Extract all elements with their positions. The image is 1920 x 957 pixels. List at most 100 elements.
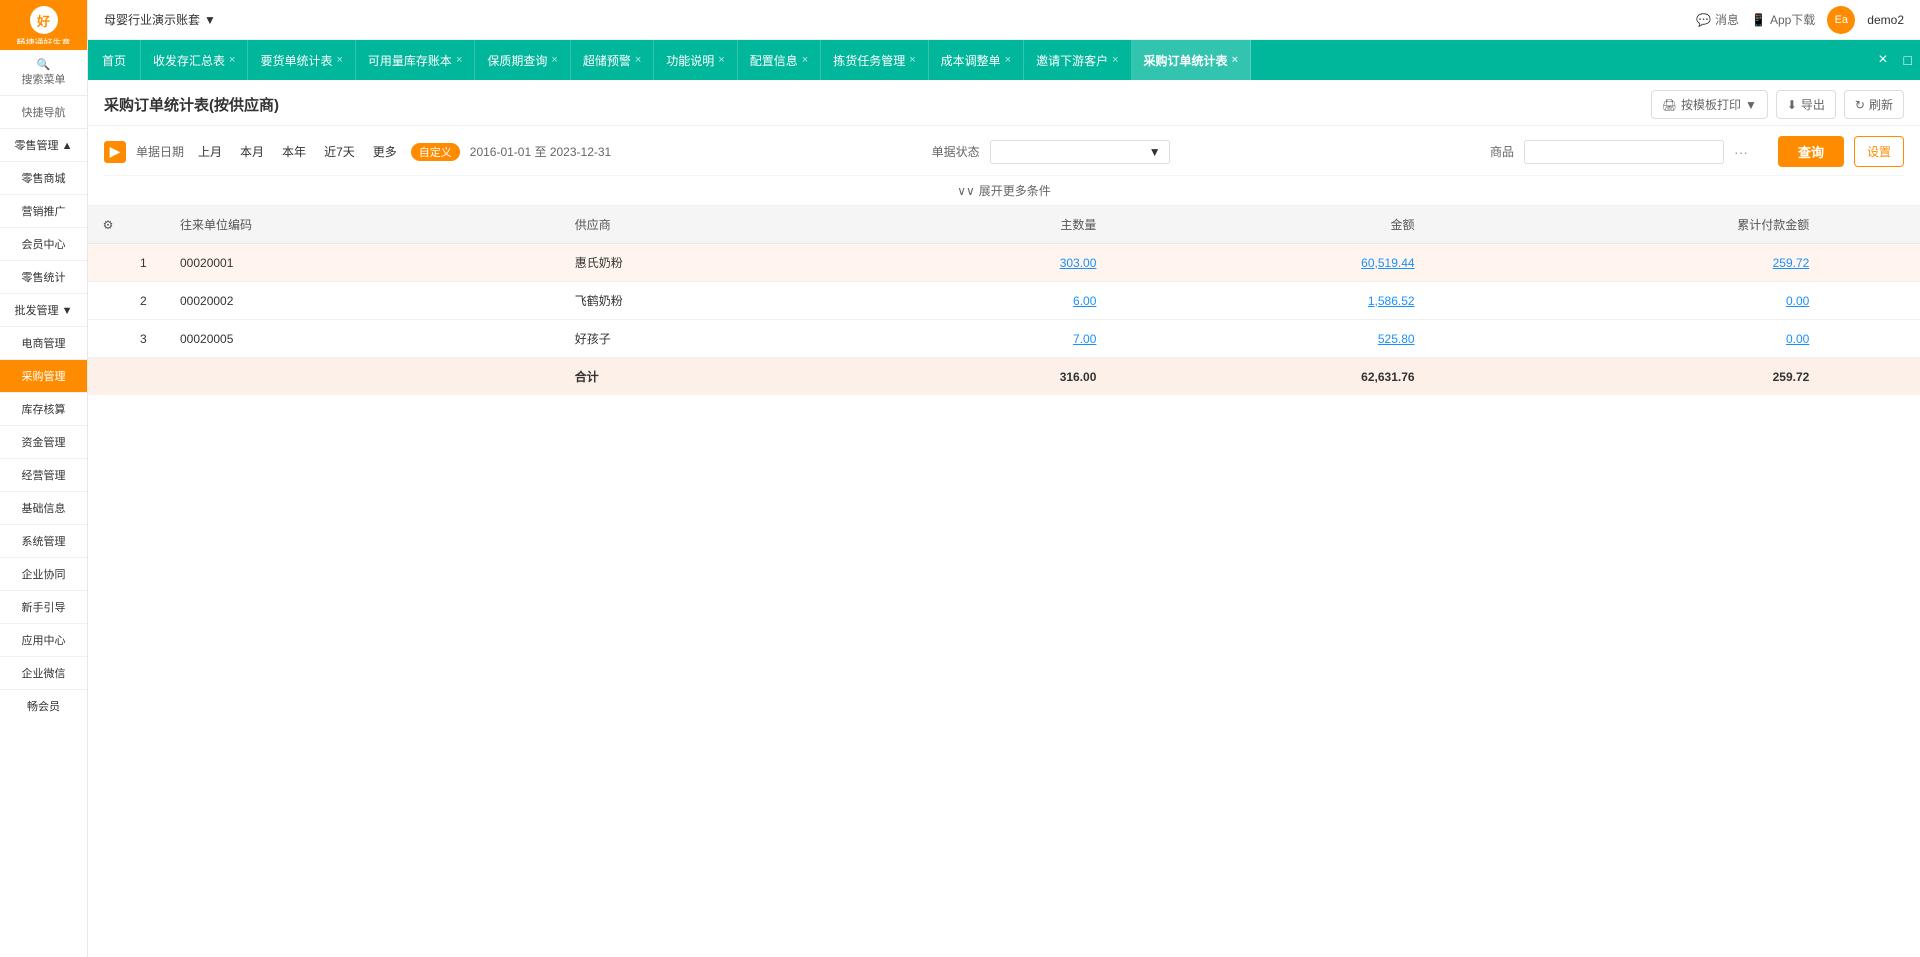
col-paid-header: 累计付款金额 (1427, 206, 1822, 244)
tab-close-icon[interactable]: × (1232, 54, 1238, 66)
tab-close-icon[interactable]: × (1005, 54, 1011, 66)
status-select[interactable]: ▼ (990, 140, 1170, 164)
tab-goods-stats[interactable]: 要货单统计表 × (248, 40, 355, 80)
tab-close-icon[interactable]: × (1112, 54, 1118, 66)
store-selector[interactable]: 母婴行业演示账套 ▼ (104, 11, 216, 28)
sidebar-search[interactable]: 🔍 搜索菜单 (0, 50, 87, 96)
row-qty[interactable]: 303.00 (859, 244, 1109, 282)
app-download-btn[interactable]: 📱 App下载 (1751, 11, 1815, 28)
goods-input[interactable] (1524, 140, 1724, 164)
row-supplier: 惠氏奶粉 (563, 244, 859, 282)
tab-close-icon[interactable]: × (635, 54, 641, 66)
tab-purchase-stats[interactable]: 采购订单统计表 × (1132, 40, 1251, 80)
app-logo-text: 畅捷通好生意 (16, 36, 70, 44)
this-month-btn[interactable]: 本月 (236, 141, 268, 162)
this-year-btn[interactable]: 本年 (278, 141, 310, 162)
tab-close-icon[interactable]: × (456, 54, 462, 66)
row-amount[interactable]: 1,586.52 (1108, 282, 1426, 320)
tab-close-icon[interactable]: × (229, 54, 235, 66)
table-row[interactable]: 2 00020002 飞鹤奶粉 6.00 1,586.52 0.00 (88, 282, 1920, 320)
tab-collect-send[interactable]: 收发存汇总表 × (141, 40, 248, 80)
row-qty[interactable]: 6.00 (859, 282, 1109, 320)
row-code[interactable]: 00020001 (168, 244, 563, 282)
last7days-btn[interactable]: 近7天 (320, 141, 359, 162)
col-settings-header[interactable]: ⚙ (88, 206, 128, 244)
message-icon: 💬 (1696, 13, 1711, 27)
row-qty[interactable]: 7.00 (859, 320, 1109, 358)
col-extra-header (1821, 206, 1920, 244)
sidebar-item-enterprise-wechat[interactable]: 企业微信 (0, 657, 87, 690)
print-btn[interactable]: 🖨 按模板打印 ▼ (1651, 90, 1768, 119)
sidebar-item-finance-mgmt[interactable]: 资金管理 (0, 426, 87, 459)
topnav: 首页 收发存汇总表 × 要货单统计表 × 可用量库存账本 × 保质期查询 × 超… (88, 40, 1920, 80)
expand-filter-row: ∨∨ 展开更多条件 (104, 175, 1904, 205)
tab-close-icon[interactable]: × (909, 54, 915, 66)
tab-close-icon[interactable]: × (802, 54, 808, 66)
user-name[interactable]: demo2 (1867, 13, 1904, 27)
sidebar-item-member[interactable]: 畅会员 (0, 690, 87, 722)
row-amount[interactable]: 525.80 (1108, 320, 1426, 358)
gear-icon[interactable]: ⚙ (103, 218, 114, 232)
row-paid[interactable]: 0.00 (1427, 282, 1822, 320)
row-amount[interactable]: 60,519.44 (1108, 244, 1426, 282)
sidebar-item-app-center[interactable]: 应用中心 (0, 624, 87, 657)
status-filter-label: 单据状态 (932, 143, 980, 160)
tab-close-icon[interactable]: × (336, 54, 342, 66)
sidebar-item-purchase-mgmt[interactable]: 采购管理 (0, 360, 87, 393)
row-num: 3 (128, 320, 168, 358)
expand-icon: ∨∨ (957, 184, 975, 198)
tab-over-stock[interactable]: 超储预警 × (571, 40, 654, 80)
tab-home[interactable]: 首页 (88, 40, 141, 80)
col-qty-header: 主数量 (859, 206, 1109, 244)
tab-config-info[interactable]: 配置信息 × (738, 40, 821, 80)
more-dates-btn[interactable]: 更多 (369, 141, 401, 162)
goods-more-btn[interactable]: ··· (1734, 144, 1748, 160)
export-btn[interactable]: ⬇ 导出 (1776, 90, 1836, 119)
tab-close-icon[interactable]: × (718, 54, 724, 66)
settings-btn[interactable]: 设置 (1854, 136, 1904, 167)
row-code[interactable]: 00020005 (168, 320, 563, 358)
sidebar-item-ecommerce-mgmt[interactable]: 电商管理 (0, 327, 87, 360)
page-title: 采购订单统计表(按供应商) (104, 94, 279, 115)
row-paid[interactable]: 0.00 (1427, 320, 1822, 358)
tab-func-desc[interactable]: 功能说明 × (654, 40, 737, 80)
table-container: ⚙ 往来单位编码 供应商 主数量 金额 累计付款金额 1 00020001 惠氏… (88, 206, 1920, 957)
refresh-btn[interactable]: ↻ 刷新 (1844, 90, 1904, 119)
table-row[interactable]: 1 00020001 惠氏奶粉 303.00 60,519.44 259.72 (88, 244, 1920, 282)
sidebar-item-retail-shop[interactable]: 零售商城 (0, 162, 87, 195)
tab-close-icon[interactable]: × (551, 54, 557, 66)
query-btn[interactable]: 查询 (1778, 136, 1844, 167)
sidebar-quick-nav[interactable]: 快捷导航 (0, 96, 87, 129)
sidebar-item-retail-mgmt[interactable]: 零售管理 ▲ (0, 129, 87, 162)
footer-qty: 316.00 (859, 358, 1109, 396)
filter-toggle-btn[interactable]: ▶ (104, 141, 126, 163)
tab-expiry-query[interactable]: 保质期查询 × (475, 40, 570, 80)
print-icon: 🖨 (1662, 98, 1677, 112)
user-avatar[interactable]: Ea (1827, 6, 1855, 34)
sidebar-item-inventory-check[interactable]: 库存核算 (0, 393, 87, 426)
sidebar-item-retail-stats[interactable]: 零售统计 (0, 261, 87, 294)
sidebar-item-marketing[interactable]: 营销推广 (0, 195, 87, 228)
custom-date-tag[interactable]: 自定义 (411, 143, 460, 161)
last-month-btn[interactable]: 上月 (194, 141, 226, 162)
row-paid[interactable]: 259.72 (1427, 244, 1822, 282)
sidebar-item-basic-info[interactable]: 基础信息 (0, 492, 87, 525)
col-supplier-code-header: 往来单位编码 (168, 206, 563, 244)
sidebar-item-ops-mgmt[interactable]: 经营管理 (0, 459, 87, 492)
sidebar-item-system-mgmt[interactable]: 系统管理 (0, 525, 87, 558)
tab-invite-downstream[interactable]: 邀请下游客户 × (1024, 40, 1131, 80)
messages-btn[interactable]: 💬 消息 (1696, 11, 1739, 28)
expand-filter-btn[interactable]: ∨∨ 展开更多条件 (957, 182, 1051, 199)
row-code[interactable]: 00020002 (168, 282, 563, 320)
sidebar-item-wholesale-mgmt[interactable]: 批发管理 ▼ (0, 294, 87, 327)
tab-stow-task[interactable]: 拣货任务管理 × (821, 40, 928, 80)
sidebar-item-new-guide[interactable]: 新手引导 (0, 591, 87, 624)
tab-avail-inventory[interactable]: 可用量库存账本 × (356, 40, 475, 80)
sidebar-item-member-center[interactable]: 会员中心 (0, 228, 87, 261)
tab-close-window[interactable]: × (1870, 51, 1895, 69)
filter-section: ▶ 单据日期 上月 本月 本年 近7天 更多 自定义 2016-01-01 至 … (88, 126, 1920, 206)
tab-cost-adjust[interactable]: 成本调整单 × (929, 40, 1024, 80)
sidebar-item-enterprise-collab[interactable]: 企业协同 (0, 558, 87, 591)
tab-maximize[interactable]: □ (1896, 52, 1920, 68)
table-row[interactable]: 3 00020005 好孩子 7.00 525.80 0.00 (88, 320, 1920, 358)
